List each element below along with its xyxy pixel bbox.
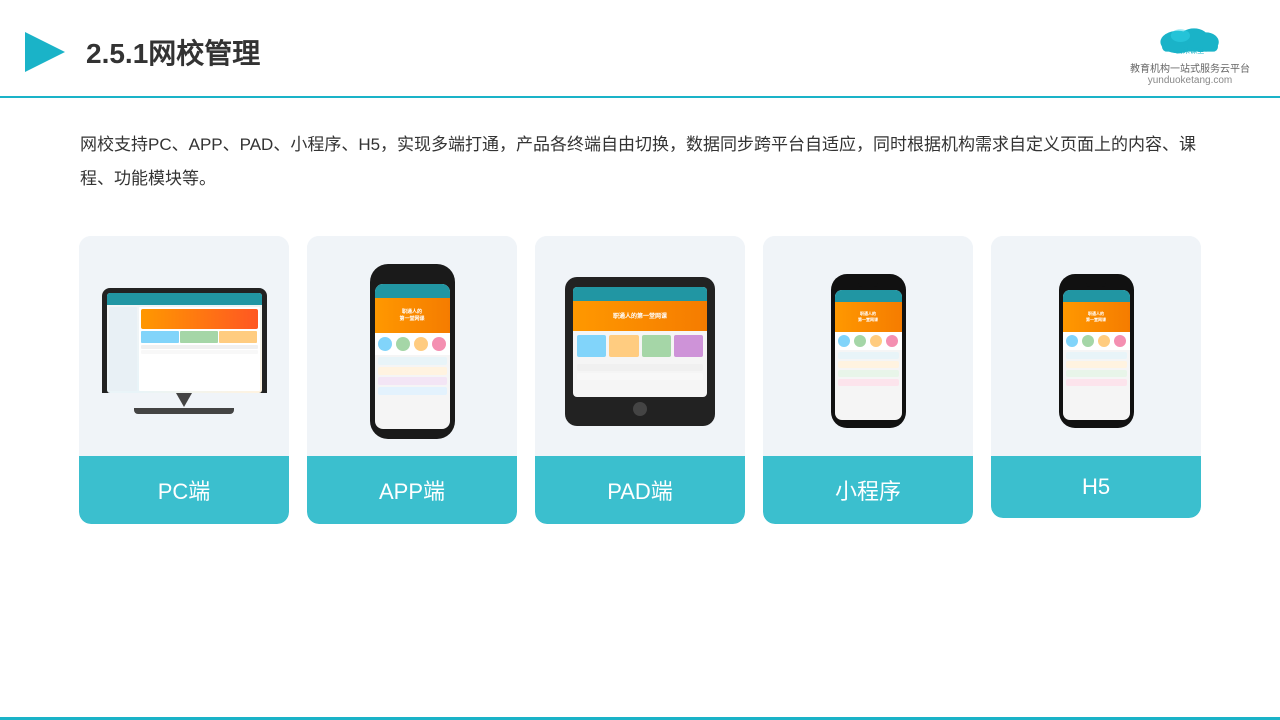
cards-container: PC端 职通人的第一堂网课 xyxy=(0,216,1280,544)
logo-area: 云朵课堂 教育机构一站式服务云平台 yunduoketang.com xyxy=(1130,18,1250,86)
page-title: 2.5.1网校管理 xyxy=(86,32,260,72)
logo-icon: 云朵课堂 xyxy=(1150,18,1230,58)
pc-screen xyxy=(107,293,262,393)
pad-tablet-mockup: 职通人的第一堂网课 xyxy=(565,277,715,426)
card-app-label: APP端 xyxy=(307,456,517,524)
h5-phone-mockup: 职通人的第一堂网课 xyxy=(1059,274,1134,428)
logo-domain: yunduoketang.com xyxy=(1148,75,1233,86)
page-header: 2.5.1网校管理 云朵课堂 教育机构一站式服务云平台 yunduoketang… xyxy=(0,0,1280,98)
pc-screen-outer xyxy=(102,288,267,393)
card-h5-image: 职通人的第一堂网课 xyxy=(991,236,1201,456)
card-miniprogram-label: 小程序 xyxy=(763,456,973,524)
app-phone-outer: 职通人的第一堂网课 xyxy=(370,264,455,439)
card-pc: PC端 xyxy=(79,236,289,524)
pc-mockup xyxy=(102,288,267,414)
svg-text:云朵课堂: 云朵课堂 xyxy=(1176,46,1205,55)
pad-tablet-outer: 职通人的第一堂网课 xyxy=(565,277,715,426)
card-h5: 职通人的第一堂网课 xyxy=(991,236,1201,518)
card-app-image: 职通人的第一堂网课 xyxy=(307,236,517,456)
card-pc-label: PC端 xyxy=(79,456,289,524)
h5-phone-outer: 职通人的第一堂网课 xyxy=(1059,274,1134,428)
card-pc-image xyxy=(79,236,289,456)
card-pad-image: 职通人的第一堂网课 xyxy=(535,236,745,456)
card-miniprogram: 职通人的第一堂网课 xyxy=(763,236,973,524)
card-pad-label: PAD端 xyxy=(535,456,745,524)
play-icon xyxy=(20,27,70,77)
logo-subtitle: 教育机构一站式服务云平台 xyxy=(1130,60,1250,75)
card-miniprogram-image: 职通人的第一堂网课 xyxy=(763,236,973,456)
miniprogram-phone-outer: 职通人的第一堂网课 xyxy=(831,274,906,428)
header-left: 2.5.1网校管理 xyxy=(20,27,260,77)
card-pad: 职通人的第一堂网课 xyxy=(535,236,745,524)
description-text: 网校支持PC、APP、PAD、小程序、H5，实现多端打通，产品各终端自由切换，数… xyxy=(0,98,1280,216)
miniprogram-phone-mockup: 职通人的第一堂网课 xyxy=(831,274,906,428)
card-h5-label: H5 xyxy=(991,456,1201,518)
card-app: 职通人的第一堂网课 xyxy=(307,236,517,524)
app-phone-mockup: 职通人的第一堂网课 xyxy=(370,264,455,439)
